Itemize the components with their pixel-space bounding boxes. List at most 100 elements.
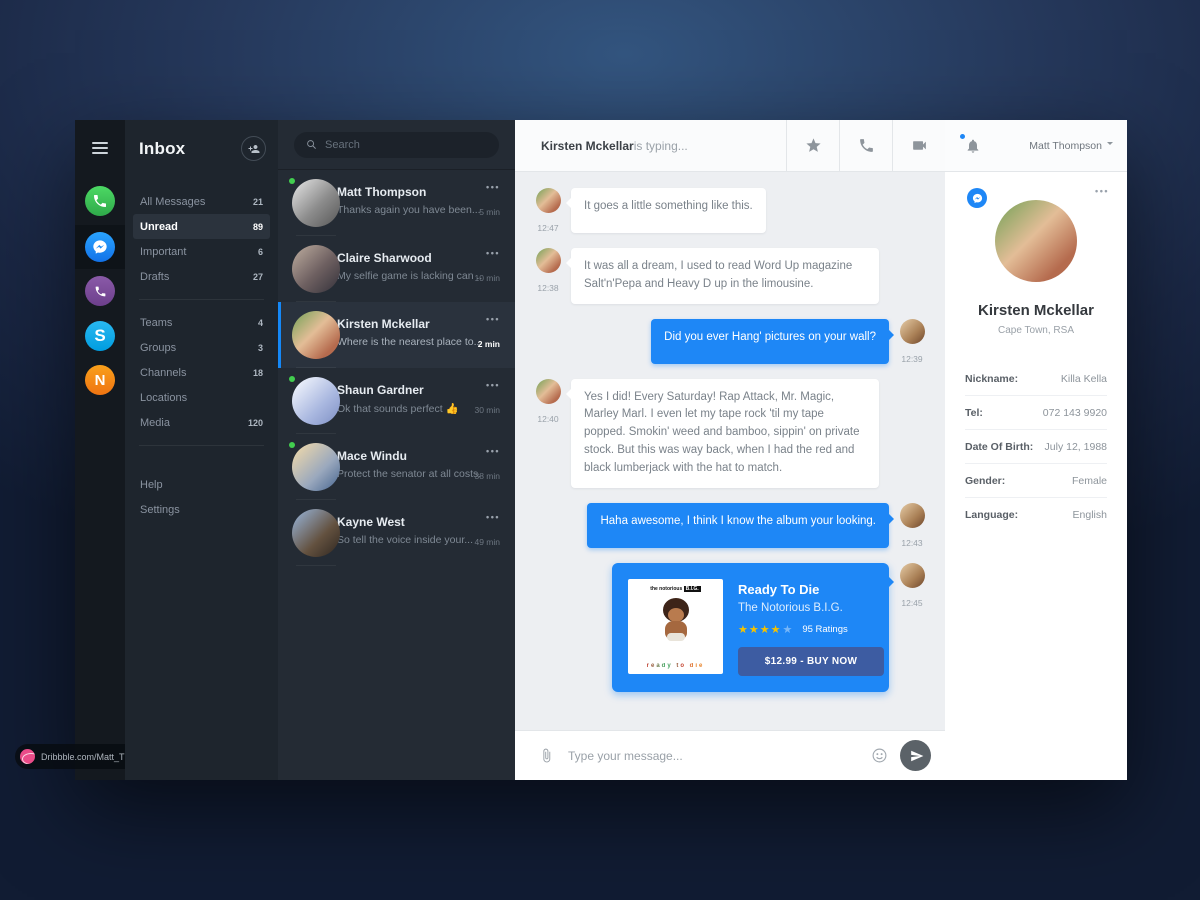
count-badge: 18 [252, 367, 263, 378]
search-icon [307, 140, 316, 149]
profile-details: Nickname: Killa Kella Tel: 072 143 9920 … [965, 362, 1107, 532]
more-options-icon[interactable] [1095, 186, 1109, 196]
profile-location: Cape Town, RSA [998, 325, 1074, 336]
cover-title-text: ready to die [646, 662, 705, 669]
app-window: S N Dribbble.com/Matt_Thompson Inbox All… [15, 120, 1127, 780]
account-dropdown[interactable]: Matt Thompson [981, 140, 1113, 152]
count-badge: 4 [257, 317, 263, 328]
conversation-row[interactable]: Matt Thompson Thanks again you have been… [278, 170, 515, 236]
message-time: 12:39 [901, 353, 923, 364]
album-card: the notorious B.I.G. ready to die Ready … [612, 562, 894, 692]
voice-call-button[interactable] [839, 120, 892, 171]
smiley-icon [872, 748, 887, 763]
detail-row: Gender: Female [965, 464, 1107, 498]
ratings-count: 95 Ratings [802, 623, 848, 635]
nimbuzz-icon[interactable]: N [85, 365, 115, 395]
sidebar-item-help[interactable]: Help [133, 472, 270, 497]
count-badge: 89 [252, 221, 263, 232]
detail-row: Date Of Birth: July 12, 1988 [965, 430, 1107, 464]
outgoing-message: Did you ever Hang' pictures on your wall… [535, 318, 925, 364]
sidebar-item-drafts[interactable]: Drafts 27 [133, 264, 270, 289]
sidebar-item-locations[interactable]: Locations [133, 385, 270, 410]
chevron-down-icon [1107, 141, 1113, 148]
conversation-row[interactable]: Kayne West So tell the voice inside your… [278, 500, 515, 566]
send-icon [910, 750, 923, 761]
detail-row: Tel: 072 143 9920 [965, 396, 1107, 430]
conversation-row[interactable]: Shaun Gardner Ok that sounds perfect 👍 3… [278, 368, 515, 434]
avatar [899, 502, 925, 528]
message-time: 12:45 [901, 597, 923, 608]
dribbble-icon [20, 749, 35, 764]
count-badge: 120 [247, 417, 263, 428]
sidebar-item-channels[interactable]: Channels 18 [133, 360, 270, 385]
message-input[interactable] [568, 748, 871, 763]
more-options-icon[interactable] [486, 512, 500, 522]
conversation-row-selected[interactable]: Kirsten Mckellar Where is the nearest pl… [278, 302, 515, 368]
message-input-bar [515, 730, 945, 780]
conversation-row[interactable]: Claire Sharwood My selfie game is lackin… [278, 236, 515, 302]
menu-divider [139, 445, 264, 446]
messenger-icon[interactable] [85, 232, 115, 262]
avatar [292, 311, 340, 359]
inbox-panel: Inbox All Messages 21 Unread 89 Importan… [125, 120, 278, 780]
sidebar-item-settings[interactable]: Settings [133, 497, 270, 522]
skype-letter: S [94, 326, 106, 345]
bell-icon [967, 139, 979, 153]
outgoing-message: Haha awesome, I think I know the album y… [535, 502, 925, 548]
message-bubble: It goes a little something like this. [566, 188, 766, 233]
favorite-button[interactable] [786, 120, 839, 171]
app-rail: S N Dribbble.com/Matt_Thompson [15, 120, 174, 780]
sidebar-item-groups[interactable]: Groups 3 [133, 335, 270, 360]
buy-now-button[interactable]: $12.99 - BUY NOW [738, 646, 884, 676]
video-camera-icon [912, 141, 926, 150]
sidebar-item-media[interactable]: Media 120 [133, 410, 270, 435]
profile-name: Kirsten Mckellar [978, 302, 1094, 319]
album-cover: the notorious B.I.G. ready to die [628, 578, 723, 674]
paperclip-icon [543, 748, 551, 763]
more-options-icon[interactable] [486, 380, 500, 390]
sidebar-item-unread[interactable]: Unread 89 [133, 214, 270, 239]
message-time: 12:47 [537, 223, 559, 233]
avatar [535, 248, 561, 273]
avatar [292, 509, 340, 557]
video-call-button[interactable] [892, 120, 945, 171]
count-badge: 21 [252, 196, 263, 207]
skype-icon[interactable]: S [85, 321, 115, 351]
notifications-button[interactable] [960, 133, 981, 154]
message-bubble: Haha awesome, I think I know the album y… [587, 502, 894, 548]
album-artist: The Notorious B.I.G. [738, 601, 843, 614]
search-input[interactable] [325, 138, 487, 151]
detail-row: Nickname: Killa Kella [965, 362, 1107, 396]
conversation-row[interactable]: Mace Windu Protect the senator at all co… [278, 434, 515, 500]
sidebar-item-all-messages[interactable]: All Messages 21 [133, 189, 270, 214]
more-options-icon[interactable] [486, 314, 500, 324]
more-options-icon[interactable] [486, 182, 500, 192]
sidebar-item-important[interactable]: Important 6 [133, 239, 270, 264]
messenger-badge-icon [967, 188, 987, 208]
search-bar [278, 120, 515, 170]
message-thread[interactable]: 12:47 It goes a little something like th… [515, 172, 945, 730]
send-button[interactable] [900, 740, 931, 771]
typing-status: is typing... [633, 138, 688, 153]
count-badge: 3 [257, 342, 263, 353]
profile-avatar [995, 200, 1077, 282]
avatar [535, 188, 561, 213]
viber-icon[interactable] [85, 276, 115, 306]
chat-contact-name: Kirsten Mckellar [541, 138, 634, 153]
avatar [292, 179, 340, 227]
add-contact-button[interactable] [241, 136, 266, 161]
chat-header: Kirsten Mckellar is typing... [515, 120, 945, 172]
contact-profile-panel: Matt Thompson Kirsten Mckellar Cape Town… [945, 120, 1127, 780]
star-icon [805, 138, 821, 152]
more-options-icon[interactable] [486, 446, 500, 456]
whatsapp-icon[interactable] [85, 186, 115, 216]
message-bubble: Did you ever Hang' pictures on your wall… [651, 318, 894, 364]
sidebar-item-teams[interactable]: Teams 4 [133, 310, 270, 335]
attachment-button[interactable] [539, 748, 554, 763]
hamburger-menu-icon[interactable] [92, 142, 108, 154]
count-badge: 27 [252, 271, 263, 282]
emoji-button[interactable] [871, 747, 900, 764]
online-dot [289, 376, 295, 382]
profile-header: Matt Thompson [945, 120, 1127, 172]
more-options-icon[interactable] [486, 248, 500, 258]
